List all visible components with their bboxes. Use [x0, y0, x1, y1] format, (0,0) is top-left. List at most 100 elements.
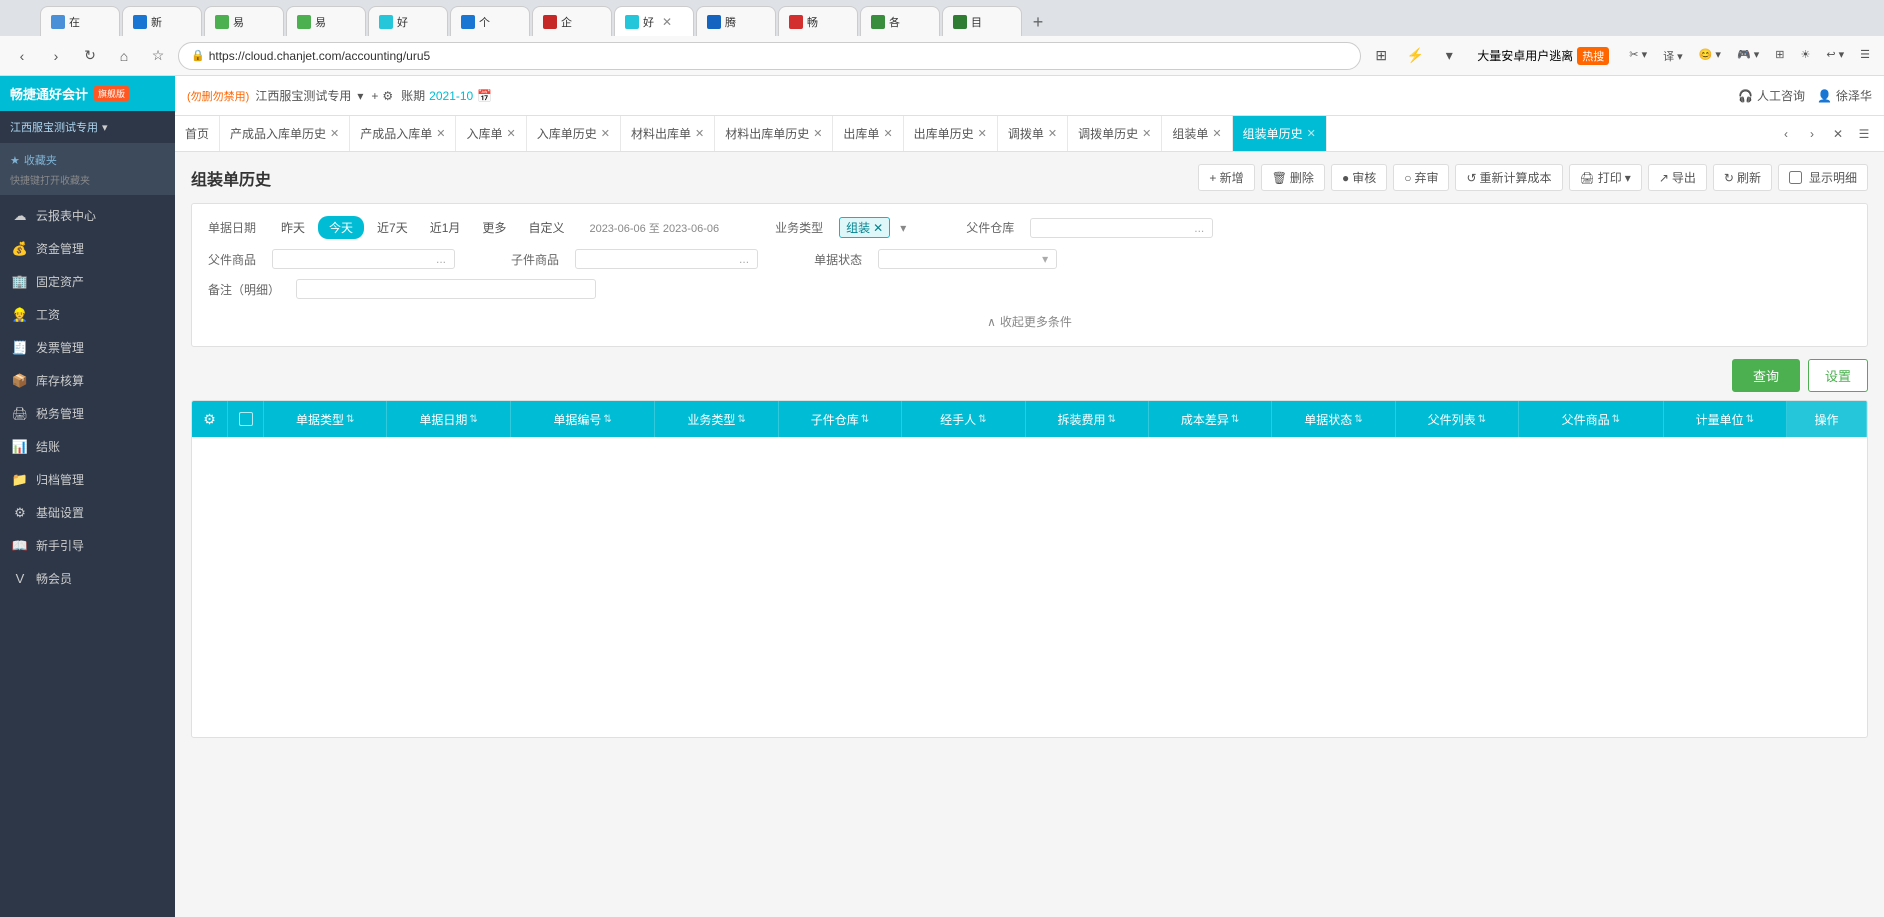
nav-tab-6[interactable]: 材料出库单历史 ✕ — [715, 116, 833, 152]
parent-goods-input[interactable] — [281, 252, 436, 266]
th-bill-no[interactable]: 单据编号 ⇅ — [511, 401, 656, 437]
audit-button[interactable]: ● 审核 — [1331, 164, 1387, 191]
back-button[interactable]: ‹ — [8, 42, 36, 70]
parent-wh-more[interactable]: ... — [1194, 221, 1204, 235]
show-detail-checkbox[interactable]: 显示明细 — [1778, 164, 1868, 191]
tab-scroll-right[interactable]: › — [1800, 122, 1824, 146]
settings-gear-icon[interactable]: ⚙ — [382, 89, 393, 103]
nav-tab-close-12[interactable]: ✕ — [1307, 127, 1316, 140]
nav-tab-1[interactable]: 产成品入库单历史 ✕ — [220, 116, 350, 152]
browser-tab-7[interactable]: 企 — [532, 6, 612, 36]
th-parent-list[interactable]: 父件列表 ⇅ — [1396, 401, 1519, 437]
sidebar-item-cloud-report[interactable]: ☁ 云报表中心 — [0, 199, 175, 232]
browser-tab-10[interactable]: 畅 — [778, 6, 858, 36]
biz-type-tag-close[interactable]: ✕ — [873, 221, 883, 235]
refresh-button[interactable]: ↻ 刷新 — [1713, 164, 1772, 191]
sidebar-item-salary[interactable]: 👷 工资 — [0, 298, 175, 331]
header-service[interactable]: 🎧 人工咨询 — [1738, 87, 1805, 104]
expand-button[interactable]: ▾ — [1435, 42, 1463, 70]
nav-tab-7[interactable]: 出库单 ✕ — [833, 116, 903, 152]
th-cost-diff[interactable]: 成本差异 ⇅ — [1149, 401, 1272, 437]
tab-more[interactable]: ☰ — [1852, 122, 1876, 146]
nav-tab-10[interactable]: 调拨单历史 ✕ — [1068, 116, 1162, 152]
sidebar-item-invoice[interactable]: 🧾 发票管理 — [0, 331, 175, 364]
th-bill-type[interactable]: 单据类型 ⇅ — [264, 401, 387, 437]
sidebar-item-tax[interactable]: 🖨 税务管理 — [0, 397, 175, 430]
nav-tab-12[interactable]: 组装单历史 ✕ — [1233, 116, 1327, 152]
child-goods-more[interactable]: ... — [739, 252, 749, 266]
th-bill-status[interactable]: 单据状态 ⇅ — [1272, 401, 1395, 437]
nav-tab-close-9[interactable]: ✕ — [1048, 127, 1057, 140]
collapse-bar[interactable]: ∧ 收起更多条件 — [208, 309, 1851, 334]
emoji-icon[interactable]: 😊 ▾ — [1693, 46, 1727, 66]
company-dropdown-icon[interactable]: ▾ — [357, 89, 363, 103]
date-btn-7days[interactable]: 近7天 — [368, 216, 417, 239]
translate-icon[interactable]: 译 ▾ — [1657, 46, 1689, 66]
nav-tab-close-4[interactable]: ✕ — [601, 127, 610, 140]
sidebar-item-close-account[interactable]: 📊 结账 — [0, 430, 175, 463]
cut-icon[interactable]: ✂ ▾ — [1623, 46, 1653, 66]
print-button[interactable]: 🖨 打印 ▾ — [1569, 164, 1642, 191]
forward-button[interactable]: › — [42, 42, 70, 70]
grid-icon[interactable]: ⊞ — [1769, 46, 1790, 66]
date-btn-custom[interactable]: 自定义 — [519, 216, 573, 239]
date-btn-today[interactable]: 今天 — [318, 216, 364, 239]
nav-tab-close-8[interactable]: ✕ — [978, 127, 987, 140]
tab-close-8[interactable]: ✕ — [662, 15, 672, 29]
print-dropdown-icon[interactable]: ▾ — [1625, 171, 1631, 185]
nav-tab-close-5[interactable]: ✕ — [695, 127, 704, 140]
nav-tab-8[interactable]: 出库单历史 ✕ — [904, 116, 998, 152]
nav-tab-11[interactable]: 组装单 ✕ — [1162, 116, 1232, 152]
bookmark-button[interactable]: ☆ — [144, 42, 172, 70]
tab-scroll-left[interactable]: ‹ — [1774, 122, 1798, 146]
th-biz-type[interactable]: 业务类型 ⇅ — [655, 401, 778, 437]
browser-tab-2[interactable]: 新 — [122, 6, 202, 36]
browser-tab-3[interactable]: 易 — [204, 6, 284, 36]
bill-status-dropdown[interactable]: ▾ — [1042, 252, 1048, 266]
sidebar-item-member[interactable]: V 畅会员 — [0, 562, 175, 595]
th-sub-warehouse[interactable]: 子件仓库 ⇅ — [779, 401, 902, 437]
tab-add-button[interactable]: + — [1024, 8, 1052, 36]
sidebar-item-fixed-assets[interactable]: 🏢 固定资产 — [0, 265, 175, 298]
browser-tab-6[interactable]: 个 — [450, 6, 530, 36]
nav-tab-close-3[interactable]: ✕ — [507, 127, 516, 140]
settings-button[interactable]: 设置 — [1808, 359, 1868, 392]
nav-tab-close-7[interactable]: ✕ — [883, 127, 892, 140]
qr-button[interactable]: ⊞ — [1367, 42, 1395, 70]
undo-icon[interactable]: ↩ ▾ — [1820, 46, 1850, 66]
header-user[interactable]: 👤 徐泽华 — [1817, 87, 1872, 104]
export-button[interactable]: ↗ 导出 — [1648, 164, 1707, 191]
url-bar[interactable]: 🔒 https://cloud.chanjet.com/accounting/u… — [178, 42, 1361, 70]
nav-tab-close-11[interactable]: ✕ — [1212, 127, 1221, 140]
parent-goods-more[interactable]: ... — [436, 252, 446, 266]
calendar-icon[interactable]: 📅 — [477, 89, 492, 103]
biz-type-dropdown[interactable]: ▾ — [896, 219, 910, 237]
browser-tab-5[interactable]: 好 — [368, 6, 448, 36]
th-disassemble-fee[interactable]: 拆装费用 ⇅ — [1026, 401, 1149, 437]
child-goods-input[interactable] — [584, 252, 739, 266]
game-icon[interactable]: 🎮 ▾ — [1731, 46, 1765, 66]
bill-status-input[interactable] — [887, 252, 1042, 266]
recalculate-button[interactable]: ↺ 重新计算成本 — [1455, 164, 1562, 191]
lightning-button[interactable]: ⚡ — [1401, 42, 1429, 70]
th-unit[interactable]: 计量单位 ⇅ — [1664, 401, 1787, 437]
query-button[interactable]: 查询 — [1732, 359, 1800, 392]
delete-button[interactable]: 🗑 删除 — [1261, 164, 1325, 191]
select-all-checkbox[interactable] — [239, 412, 253, 426]
home-button[interactable]: ⌂ — [110, 42, 138, 70]
show-detail-check[interactable] — [1789, 171, 1802, 184]
nav-tab-close-6[interactable]: ✕ — [813, 127, 822, 140]
nav-tab-2[interactable]: 产成品入库单 ✕ — [350, 116, 456, 152]
sidebar-item-guide[interactable]: 📖 新手引导 — [0, 529, 175, 562]
reload-button[interactable]: ↻ — [76, 42, 104, 70]
new-button[interactable]: + 新增 — [1198, 164, 1254, 191]
browser-tab-11[interactable]: 各 — [860, 6, 940, 36]
tab-close-all[interactable]: ✕ — [1826, 122, 1850, 146]
th-bill-date[interactable]: 单据日期 ⇅ — [387, 401, 510, 437]
abandon-button[interactable]: ○ 弃审 — [1393, 164, 1449, 191]
nav-tab-3[interactable]: 入库单 ✕ — [456, 116, 526, 152]
parent-wh-input[interactable] — [1039, 221, 1194, 235]
nav-tab-close-10[interactable]: ✕ — [1142, 127, 1151, 140]
remark-input[interactable] — [305, 282, 587, 296]
nav-tab-home[interactable]: 首页 — [175, 116, 220, 152]
